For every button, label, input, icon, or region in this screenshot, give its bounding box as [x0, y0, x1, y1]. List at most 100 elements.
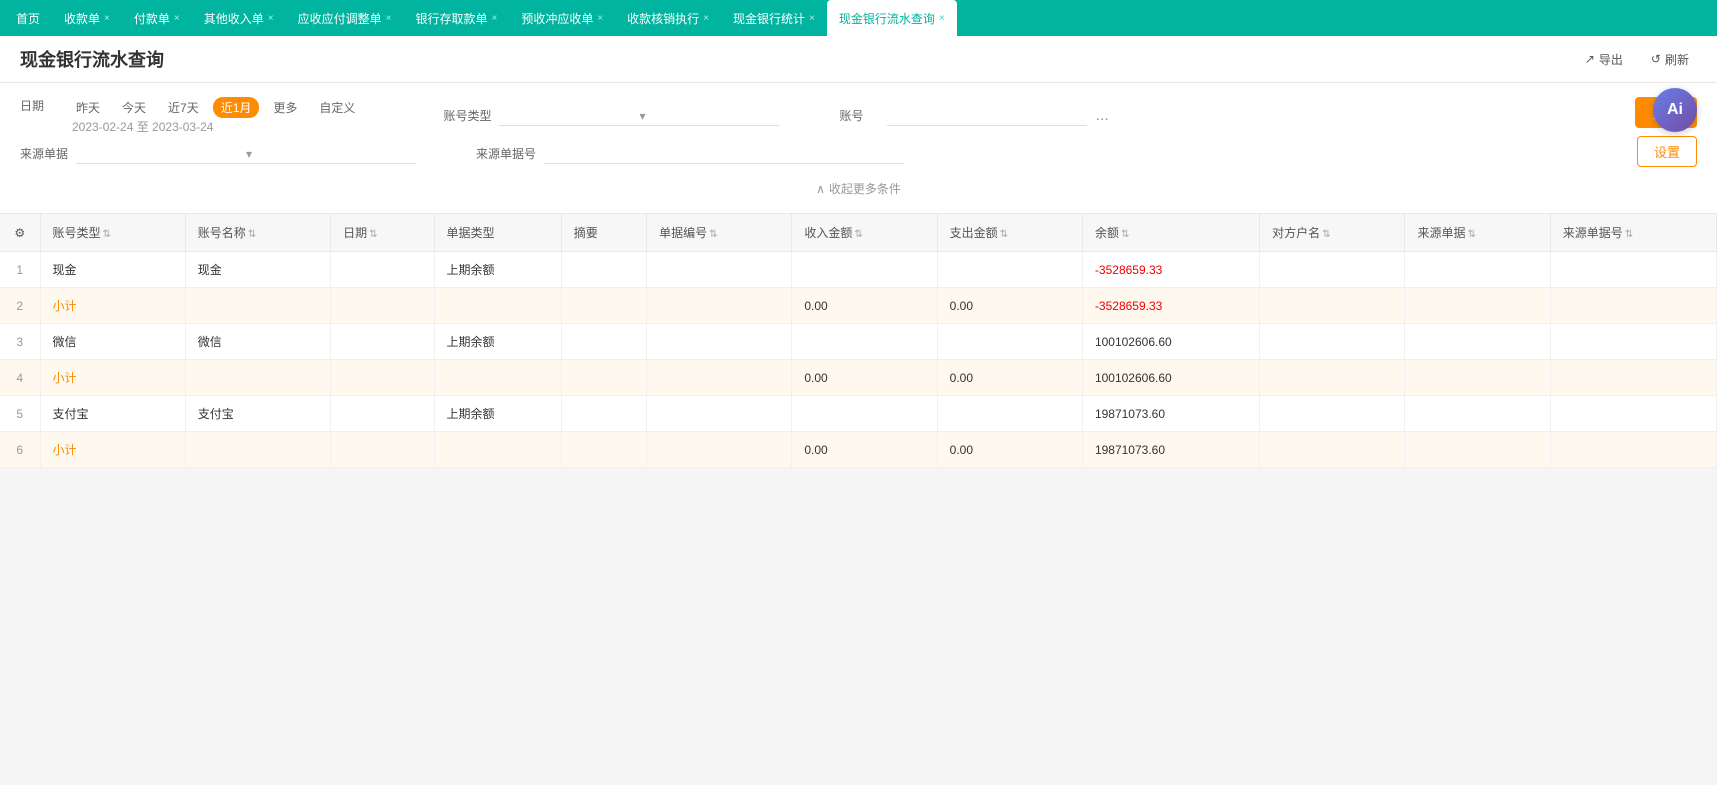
source-doc-num-input[interactable] — [544, 145, 904, 164]
summary-cell — [561, 432, 646, 468]
col-header-counterpart[interactable]: 对方户名⇅ — [1260, 214, 1405, 252]
expense-cell — [937, 252, 1082, 288]
nav-item-receipt-verify[interactable]: 收款核销执行× — [615, 0, 721, 36]
nav-item-cash-bank-query[interactable]: 现金银行流水查询× — [827, 0, 957, 36]
source-doc-select[interactable]: ▾ — [76, 145, 416, 164]
table-header: ⚙账号类型⇅账号名称⇅日期⇅单据类型摘要单据编号⇅收入金额⇅支出金额⇅余额⇅对方… — [0, 214, 1717, 252]
table-area: ⚙账号类型⇅账号名称⇅日期⇅单据类型摘要单据编号⇅收入金额⇅支出金额⇅余额⇅对方… — [0, 214, 1717, 468]
header-bar: 现金银行流水查询 ↗ 导出 ↺ 刷新 — [0, 36, 1717, 83]
nav-item-payment[interactable]: 付款单× — [122, 0, 192, 36]
account-type-select[interactable]: ▾ — [499, 107, 779, 126]
export-icon: ↗ — [1585, 52, 1595, 66]
ai-button[interactable]: Ai — [1653, 88, 1697, 132]
header-row: ⚙账号类型⇅账号名称⇅日期⇅单据类型摘要单据编号⇅收入金额⇅支出金额⇅余额⇅对方… — [0, 214, 1717, 252]
doc-number-cell — [647, 324, 792, 360]
doc-type-cell — [434, 432, 561, 468]
date-btn-昨天[interactable]: 昨天 — [68, 97, 108, 118]
col-header-account-name[interactable]: 账号名称⇅ — [185, 214, 330, 252]
date-cell — [331, 252, 434, 288]
summary-cell — [561, 324, 646, 360]
col-header-source-doc-num[interactable]: 来源单据号⇅ — [1550, 214, 1716, 252]
date-btn-更多[interactable]: 更多 — [265, 97, 305, 118]
col-header-date[interactable]: 日期⇅ — [331, 214, 434, 252]
balance-cell: -3528659.33 — [1082, 288, 1259, 324]
table-row: 5支付宝支付宝上期余额19871073.60 — [0, 396, 1717, 432]
nav-close-ar-ap-adjust[interactable]: × — [386, 13, 392, 24]
doc-number-cell — [647, 396, 792, 432]
account-type-cell: 微信 — [40, 324, 185, 360]
nav-item-pre-charge[interactable]: 预收冲应收单× — [509, 0, 615, 36]
doc-type-cell — [434, 288, 561, 324]
col-header-doc-number[interactable]: 单据编号⇅ — [647, 214, 792, 252]
table-row: 6小计0.000.0019871073.60 — [0, 432, 1717, 468]
account-type-cell: 现金 — [40, 252, 185, 288]
row-num: 3 — [0, 324, 40, 360]
nav-close-cash-bank-query[interactable]: × — [939, 13, 945, 24]
doc-type-cell: 上期余额 — [434, 252, 561, 288]
nav-item-receipt[interactable]: 收款单× — [52, 0, 122, 36]
col-header-income[interactable]: 收入金额⇅ — [792, 214, 937, 252]
doc-type-cell: 上期余额 — [434, 324, 561, 360]
col-header-balance[interactable]: 余额⇅ — [1082, 214, 1259, 252]
source-doc-num-cell — [1550, 432, 1716, 468]
account-name-cell: 现金 — [185, 252, 330, 288]
col-header-account-type[interactable]: 账号类型⇅ — [40, 214, 185, 252]
export-button[interactable]: ↗ 导出 — [1577, 47, 1631, 72]
date-cell — [331, 324, 434, 360]
account-type-label: 账号类型 — [443, 107, 491, 124]
date-filter-block: 日期 昨天今天近7天近1月更多自定义 2023-02-24 至 2023-03-… — [20, 97, 363, 135]
nav-close-payment[interactable]: × — [174, 13, 180, 24]
account-filter-block: 账号 ... — [839, 107, 1108, 126]
account-dots[interactable]: ... — [1095, 107, 1108, 125]
sort-icon-account-name: ⇅ — [248, 229, 256, 240]
source-doc-cell — [1405, 360, 1550, 396]
nav-close-receipt-verify[interactable]: × — [703, 13, 709, 24]
nav-item-cash-bank-stat[interactable]: 现金银行统计× — [721, 0, 827, 36]
account-label: 账号 — [839, 107, 879, 124]
date-range: 2023-02-24 至 2023-03-24 — [72, 118, 363, 135]
nav-item-ar-ap-adjust[interactable]: 应收应付调整单× — [286, 0, 404, 36]
col-header-source-doc[interactable]: 来源单据⇅ — [1405, 214, 1550, 252]
row-num: 5 — [0, 396, 40, 432]
date-btn-自定义[interactable]: 自定义 — [311, 97, 363, 118]
date-btn-近7天[interactable]: 近7天 — [160, 97, 207, 118]
collapse-bar[interactable]: ∧ 收起更多条件 — [20, 174, 1697, 199]
refresh-button[interactable]: ↺ 刷新 — [1643, 47, 1697, 72]
nav-close-other-income[interactable]: × — [268, 13, 274, 24]
nav-close-cash-bank-stat[interactable]: × — [809, 13, 815, 24]
source-doc-label: 来源单据 — [20, 145, 68, 162]
col-header-settings: ⚙ — [0, 214, 40, 252]
date-cell — [331, 432, 434, 468]
nav-item-home[interactable]: 首页 — [4, 0, 52, 36]
balance-cell: 19871073.60 — [1082, 396, 1259, 432]
date-btn-近1月[interactable]: 近1月 — [213, 97, 260, 118]
settings-button[interactable]: 设置 — [1637, 136, 1697, 167]
income-cell — [792, 396, 937, 432]
balance-cell: -3528659.33 — [1082, 252, 1259, 288]
nav-close-pre-charge[interactable]: × — [597, 13, 603, 24]
col-header-expense[interactable]: 支出金额⇅ — [937, 214, 1082, 252]
account-input[interactable] — [887, 107, 1087, 126]
source-doc-cell — [1405, 396, 1550, 432]
nav-close-receipt[interactable]: × — [104, 13, 110, 24]
account-type-cell: 小计 — [40, 288, 185, 324]
income-cell: 0.00 — [792, 432, 937, 468]
nav-item-other-income[interactable]: 其他收入单× — [192, 0, 286, 36]
account-name-cell: 支付宝 — [185, 396, 330, 432]
row-num: 1 — [0, 252, 40, 288]
source-doc-num-cell — [1550, 252, 1716, 288]
account-name-cell — [185, 432, 330, 468]
main-table: ⚙账号类型⇅账号名称⇅日期⇅单据类型摘要单据编号⇅收入金额⇅支出金额⇅余额⇅对方… — [0, 214, 1717, 468]
date-options: 昨天今天近7天近1月更多自定义 — [68, 97, 363, 118]
account-name-cell — [185, 288, 330, 324]
nav-close-bank-deposit[interactable]: × — [491, 13, 497, 24]
sort-icon-balance: ⇅ — [1121, 229, 1129, 240]
account-name-cell: 微信 — [185, 324, 330, 360]
doc-type-cell: 上期余额 — [434, 396, 561, 432]
nav-item-bank-deposit[interactable]: 银行存取款单× — [403, 0, 509, 36]
account-name-cell — [185, 360, 330, 396]
date-btn-今天[interactable]: 今天 — [114, 97, 154, 118]
filter-area: 日期 昨天今天近7天近1月更多自定义 2023-02-24 至 2023-03-… — [0, 83, 1717, 214]
sort-icon-expense: ⇅ — [1000, 229, 1008, 240]
sort-icon-counterpart: ⇅ — [1322, 229, 1330, 240]
